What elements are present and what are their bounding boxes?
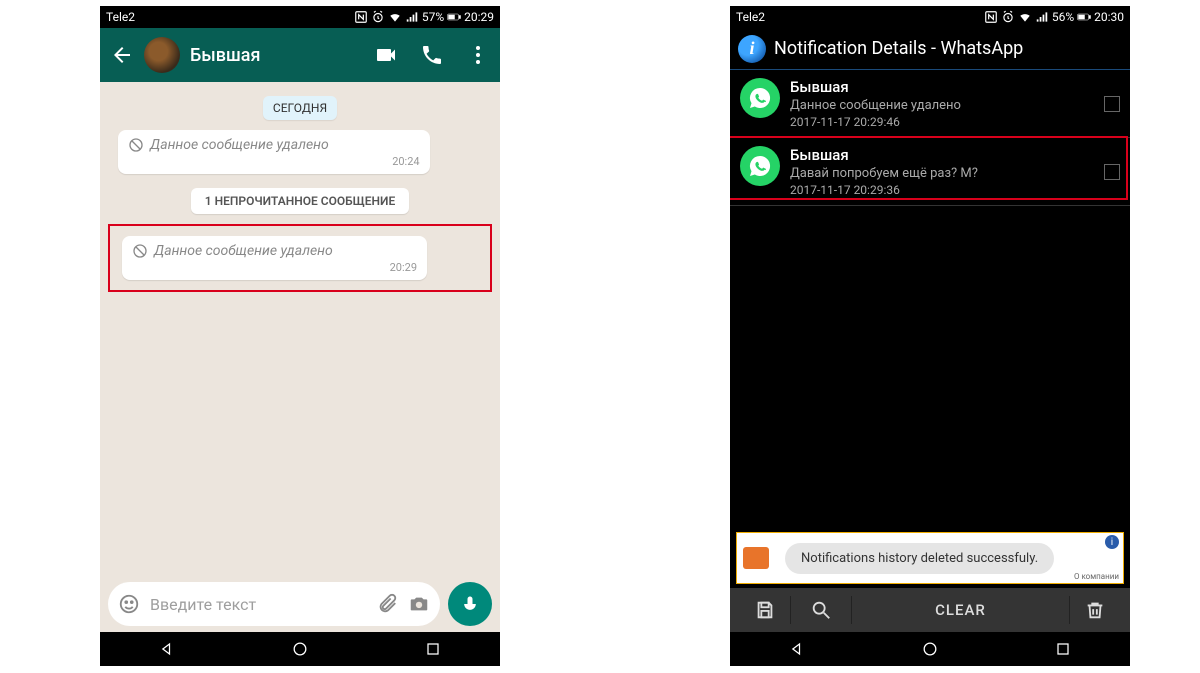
ad-banner[interactable]: Notifications history deleted successful… — [736, 532, 1124, 584]
blocked-icon — [128, 137, 144, 153]
status-bar: Tele2 57% 20:29 — [100, 6, 500, 28]
nav-recent-icon[interactable] — [423, 639, 443, 659]
wifi-icon — [1018, 10, 1032, 24]
select-checkbox[interactable] — [1104, 164, 1120, 180]
voice-send-button[interactable] — [448, 582, 492, 626]
trash-icon — [1084, 599, 1106, 621]
clear-label: CLEAR — [935, 601, 986, 619]
back-button[interactable] — [110, 43, 134, 67]
more-vertical-icon — [466, 43, 490, 67]
notification-list[interactable]: Бывшая Данное сообщение удалено 2017-11-… — [730, 70, 1130, 588]
message-time: 20:29 — [132, 261, 417, 274]
blocked-icon — [132, 243, 148, 259]
message-bubble[interactable]: Данное сообщение удалено 20:29 — [122, 236, 427, 280]
notification-item[interactable]: Бывшая Данное сообщение удалено 2017-11-… — [730, 70, 1130, 138]
clear-button[interactable]: CLEAR — [852, 601, 1069, 619]
phone-whatsapp: Tele2 57% 20:29 Бывшая — [100, 6, 500, 666]
nav-home-icon[interactable] — [920, 639, 940, 659]
delete-button[interactable] — [1070, 599, 1120, 621]
notif-body: Данное сообщение удалено — [790, 98, 1094, 113]
notif-timestamp: 2017-11-17 20:29:46 — [790, 115, 1094, 129]
avatar[interactable] — [144, 37, 180, 73]
alarm-icon — [371, 10, 385, 24]
search-button[interactable] — [791, 599, 851, 621]
nfc-icon — [354, 10, 368, 24]
status-time: 20:30 — [1094, 10, 1124, 24]
nav-recent-icon[interactable] — [1053, 639, 1073, 659]
whatsapp-icon — [740, 78, 780, 118]
camera-icon[interactable] — [408, 593, 430, 615]
voice-call-button[interactable] — [420, 43, 444, 67]
date-badge: СЕГОДНЯ — [263, 96, 337, 120]
message-input[interactable]: Введите текст — [108, 582, 440, 626]
deleted-message-text: Данное сообщение удалено — [150, 137, 329, 153]
unread-divider: 1 НЕПРОЧИТАННОЕ СООБЩЕНИЕ — [191, 188, 409, 214]
android-nav-bar — [730, 632, 1130, 666]
carrier-label: Tele2 — [736, 10, 765, 24]
save-button[interactable] — [740, 599, 790, 621]
ad-label: О компании — [1074, 572, 1119, 581]
battery-percent: 57% — [422, 10, 444, 24]
chat-header: Бывшая — [100, 28, 500, 82]
ad-icon — [743, 547, 769, 569]
alarm-icon — [1001, 10, 1015, 24]
message-bubble[interactable]: Данное сообщение удалено 20:24 — [118, 130, 430, 174]
notif-title: Бывшая — [790, 78, 1094, 96]
attach-icon[interactable] — [376, 593, 398, 615]
nav-home-icon[interactable] — [290, 639, 310, 659]
select-checkbox[interactable] — [1104, 96, 1120, 112]
emoji-icon[interactable] — [118, 593, 140, 615]
deleted-message-text: Данное сообщение удалено — [154, 243, 333, 259]
mic-icon — [460, 594, 480, 614]
notif-timestamp: 2017-11-17 20:29:36 — [790, 183, 1094, 197]
wifi-icon — [388, 10, 402, 24]
app-title: Notification Details - WhatsApp — [774, 38, 1023, 59]
battery-icon — [1077, 10, 1091, 24]
contact-name[interactable]: Бывшая — [190, 45, 364, 66]
nav-back-icon[interactable] — [787, 639, 807, 659]
search-icon — [810, 599, 832, 621]
battery-icon — [447, 10, 461, 24]
chat-body[interactable]: СЕГОДНЯ Данное сообщение удалено 20:24 1… — [100, 82, 500, 576]
menu-button[interactable] — [466, 43, 490, 67]
toast-message: Notifications history deleted successful… — [785, 543, 1054, 574]
notif-body: Давай попробуем ещё раз? М? — [790, 166, 1094, 181]
ad-info-icon[interactable]: i — [1105, 535, 1119, 549]
message-time: 20:24 — [128, 155, 420, 168]
highlight-box: Данное сообщение удалено 20:29 — [108, 224, 492, 292]
signal-icon — [1035, 10, 1049, 24]
video-call-button[interactable] — [374, 43, 398, 67]
notification-item[interactable]: Бывшая Давай попробуем ещё раз? М? 2017-… — [730, 138, 1130, 206]
signal-icon — [405, 10, 419, 24]
status-time: 20:29 — [464, 10, 494, 24]
video-icon — [374, 43, 398, 67]
app-icon: i — [738, 35, 766, 63]
notif-title: Бывшая — [790, 146, 1094, 164]
android-nav-bar — [100, 632, 500, 666]
action-bar: CLEAR — [730, 588, 1130, 632]
phone-icon — [420, 43, 444, 67]
back-arrow-icon — [110, 43, 134, 67]
input-row: Введите текст — [100, 576, 500, 632]
phone-notification-app: Tele2 56% 20:30 i Notification Details -… — [730, 6, 1130, 666]
save-icon — [754, 599, 776, 621]
nfc-icon — [984, 10, 998, 24]
status-bar: Tele2 56% 20:30 — [730, 6, 1130, 28]
nav-back-icon[interactable] — [157, 639, 177, 659]
carrier-label: Tele2 — [106, 10, 135, 24]
whatsapp-icon — [740, 146, 780, 186]
input-placeholder: Введите текст — [150, 595, 366, 614]
battery-percent: 56% — [1052, 10, 1074, 24]
app-header: i Notification Details - WhatsApp — [730, 28, 1130, 70]
